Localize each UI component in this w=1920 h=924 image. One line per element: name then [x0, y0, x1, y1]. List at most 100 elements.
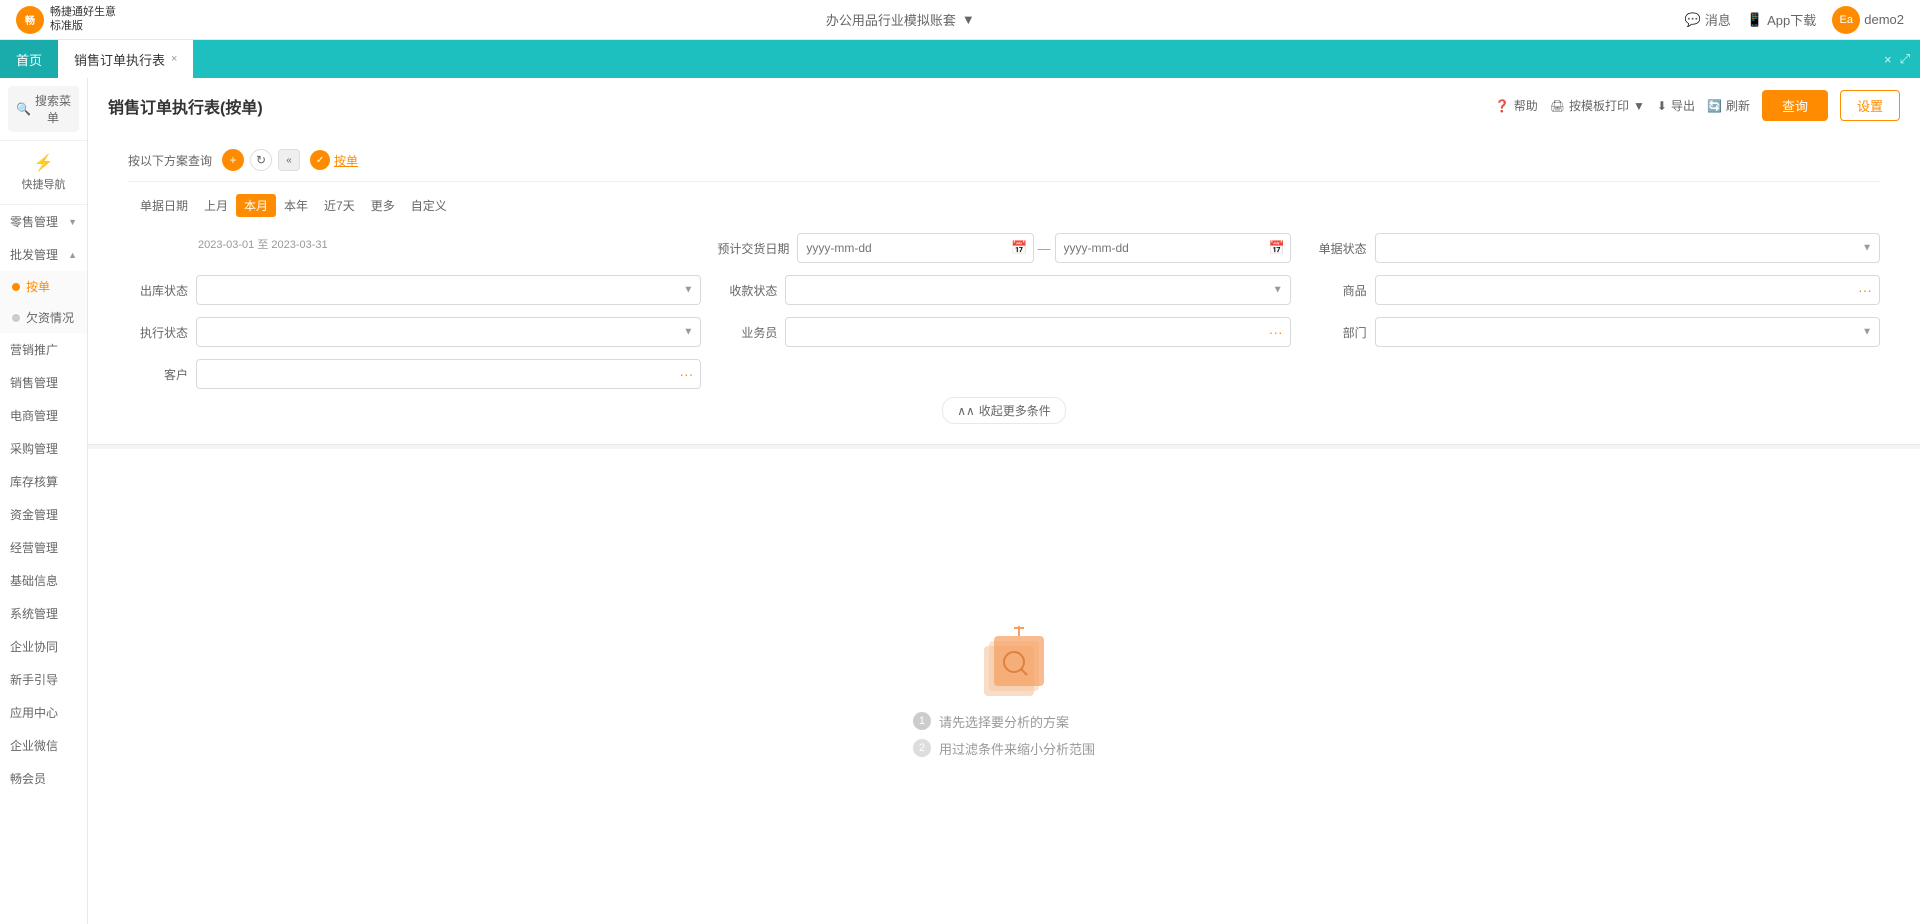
sidebar-submenu-item-order[interactable]: 按单: [0, 271, 87, 302]
date-tab-last7[interactable]: 近7天: [316, 194, 363, 217]
basic-label: 基础信息: [10, 572, 58, 589]
salesman-input[interactable]: [785, 317, 1290, 347]
user-area[interactable]: Ea demo2: [1832, 6, 1904, 34]
sidebar-item-ecommerce[interactable]: 电商管理: [0, 399, 87, 432]
filter-panel: 按以下方案查询 + ↻ « ✓ 按单: [108, 133, 1900, 444]
marketing-label: 营销推广: [10, 341, 58, 358]
sidebar-item-membership[interactable]: 畅会员: [0, 762, 87, 795]
collect-status-select[interactable]: [785, 275, 1290, 305]
filter-exec-status-field: 执行状态 ▼: [128, 317, 701, 347]
sidebar-submenu-item-debt[interactable]: 欠资情况: [0, 302, 87, 333]
sidebar-search-label: 搜索菜单: [35, 92, 71, 126]
home-tab-label: 首页: [16, 50, 42, 69]
export-btn[interactable]: ⬇ 导出: [1657, 97, 1695, 114]
scheme-refresh-btn[interactable]: ↻: [250, 149, 272, 171]
export-icon: ⬇: [1657, 99, 1667, 113]
scheme-add-btn[interactable]: +: [222, 149, 244, 171]
dropdown-label: 办公用品行业模拟账套: [826, 10, 956, 29]
date-tab-more[interactable]: 更多: [363, 194, 403, 217]
tab-minimize-icon[interactable]: ×: [1884, 52, 1892, 67]
results-area: 1 请先选择要分析的方案 2 用过滤条件来缩小分析范围: [88, 449, 1920, 924]
tab-controls: × ⤢: [1874, 40, 1920, 78]
app-download-btn[interactable]: 📱 App下载: [1747, 10, 1816, 29]
exec-status-wrap: ▼: [196, 317, 701, 347]
active-dot-icon: [12, 283, 20, 291]
tab-bar: 首页 销售订单执行表 × × ⤢: [0, 40, 1920, 78]
debt-label: 欠资情况: [26, 309, 74, 326]
collapse-row: ∧∧ 收起更多条件: [128, 389, 1880, 428]
filter-row-1: 单据日期 上月 本月 本年 近7天 更多 自定义 2023-03-0: [128, 194, 1880, 263]
date-tab-this-month[interactable]: 本月: [236, 194, 276, 217]
tab-home[interactable]: 首页: [0, 40, 58, 78]
salesman-wrap: ···: [785, 317, 1290, 347]
help-label: 帮助: [1514, 97, 1538, 114]
filter-scheme-label: 按以下方案查询: [128, 152, 212, 169]
dept-select[interactable]: [1375, 317, 1880, 347]
exec-status-select[interactable]: [196, 317, 701, 347]
top-bar-right: 💬 消息 📱 App下载 Ea demo2: [1685, 6, 1904, 34]
customer-input[interactable]: [196, 359, 701, 389]
print-dropdown-icon[interactable]: ▼: [1633, 99, 1645, 113]
active-scheme-name[interactable]: 按单: [334, 152, 358, 169]
query-button[interactable]: 查询: [1762, 90, 1828, 121]
sidebar-item-sales[interactable]: 销售管理: [0, 366, 87, 399]
logo-area: 畅 畅捷通好生意 标准版: [16, 6, 116, 34]
filter-row-4: 客户 ···: [128, 359, 1880, 389]
expected-date-end-input[interactable]: [1055, 233, 1291, 263]
sidebar-search-btn[interactable]: 🔍 搜索菜单: [8, 86, 79, 132]
sidebar-item-retail[interactable]: 零售管理: [0, 205, 87, 238]
collapse-btn[interactable]: ∧∧ 收起更多条件: [942, 397, 1066, 424]
sidebar-item-appcenter[interactable]: 应用中心: [0, 696, 87, 729]
appcenter-label: 应用中心: [10, 704, 58, 721]
tab-close-icon[interactable]: ×: [171, 53, 177, 65]
refresh-icon: 🔄: [1707, 99, 1722, 113]
active-tab-label: 销售订单执行表: [74, 50, 165, 69]
sidebar-item-quick-nav[interactable]: ⚡ 快捷导航: [0, 147, 87, 198]
sidebar-item-inventory[interactable]: 库存核算: [0, 465, 87, 498]
top-bar-center[interactable]: 办公用品行业模拟账套 ▼: [826, 10, 975, 29]
tab-active[interactable]: 销售订单执行表 ×: [58, 40, 193, 78]
sidebar-item-purchase[interactable]: 采购管理: [0, 432, 87, 465]
template-print-btn[interactable]: 🖨 按模板打印 ▼: [1550, 97, 1645, 114]
collect-status-wrap: ▼: [785, 275, 1290, 305]
page-header-top: 销售订单执行表(按单) ❓ 帮助 🖨 按模板打印 ▼ ⬇ 导出: [108, 90, 1900, 121]
sidebar: 🔍 搜索菜单 ⚡ 快捷导航 零售管理 批发管理 按单 欠资情况: [0, 78, 88, 924]
date-tab-custom[interactable]: 自定义: [403, 194, 455, 217]
guide-label: 新手引导: [10, 671, 58, 688]
status-select[interactable]: [1375, 233, 1880, 263]
active-scheme-dot: ✓: [310, 150, 330, 170]
message-btn[interactable]: 💬 消息: [1685, 10, 1731, 29]
dropdown-arrow-icon[interactable]: ▼: [962, 12, 975, 27]
sidebar-item-ops[interactable]: 经营管理: [0, 531, 87, 564]
settings-button[interactable]: 设置: [1840, 90, 1900, 121]
collapse-btn-label: 收起更多条件: [979, 402, 1051, 419]
status-select-wrap: ▼: [1375, 233, 1880, 263]
sidebar-item-finance[interactable]: 资金管理: [0, 498, 87, 531]
tab-maximize-icon[interactable]: ⤢: [1900, 51, 1910, 67]
tab-spacer: [193, 40, 1874, 78]
ecommerce-label: 电商管理: [10, 407, 58, 424]
wholesale-label: 批发管理: [10, 246, 58, 263]
date-tab-last-month[interactable]: 上月: [196, 194, 236, 217]
order-label: 按单: [26, 278, 50, 295]
expected-date-end-wrap: 📅: [1055, 233, 1291, 263]
goods-input[interactable]: [1375, 275, 1880, 305]
goods-wrap: ···: [1375, 275, 1880, 305]
date-tab-this-year[interactable]: 本年: [276, 194, 316, 217]
sidebar-item-marketing[interactable]: 营销推广: [0, 333, 87, 366]
sidebar-item-wholesale[interactable]: 批发管理: [0, 238, 87, 271]
sidebar-item-guide[interactable]: 新手引导: [0, 663, 87, 696]
sidebar-item-enterprise[interactable]: 企业协同: [0, 630, 87, 663]
customer-wrap: ···: [196, 359, 701, 389]
refresh-btn[interactable]: 🔄 刷新: [1707, 97, 1750, 114]
sidebar-item-sys[interactable]: 系统管理: [0, 597, 87, 630]
sidebar-item-wecom[interactable]: 企业微信: [0, 729, 87, 762]
filter-collect-status-field: 收款状态 ▼: [717, 275, 1290, 305]
expected-date-start-input[interactable]: [797, 233, 1033, 263]
help-btn[interactable]: ❓ 帮助: [1495, 97, 1538, 114]
filter-rows: 单据日期 上月 本月 本年 近7天 更多 自定义 2023-03-0: [128, 194, 1880, 389]
ship-status-select[interactable]: [196, 275, 701, 305]
scheme-collapse-btn[interactable]: «: [278, 149, 300, 171]
sidebar-item-basic[interactable]: 基础信息: [0, 564, 87, 597]
expected-date-label: 预计交货日期: [717, 240, 789, 257]
